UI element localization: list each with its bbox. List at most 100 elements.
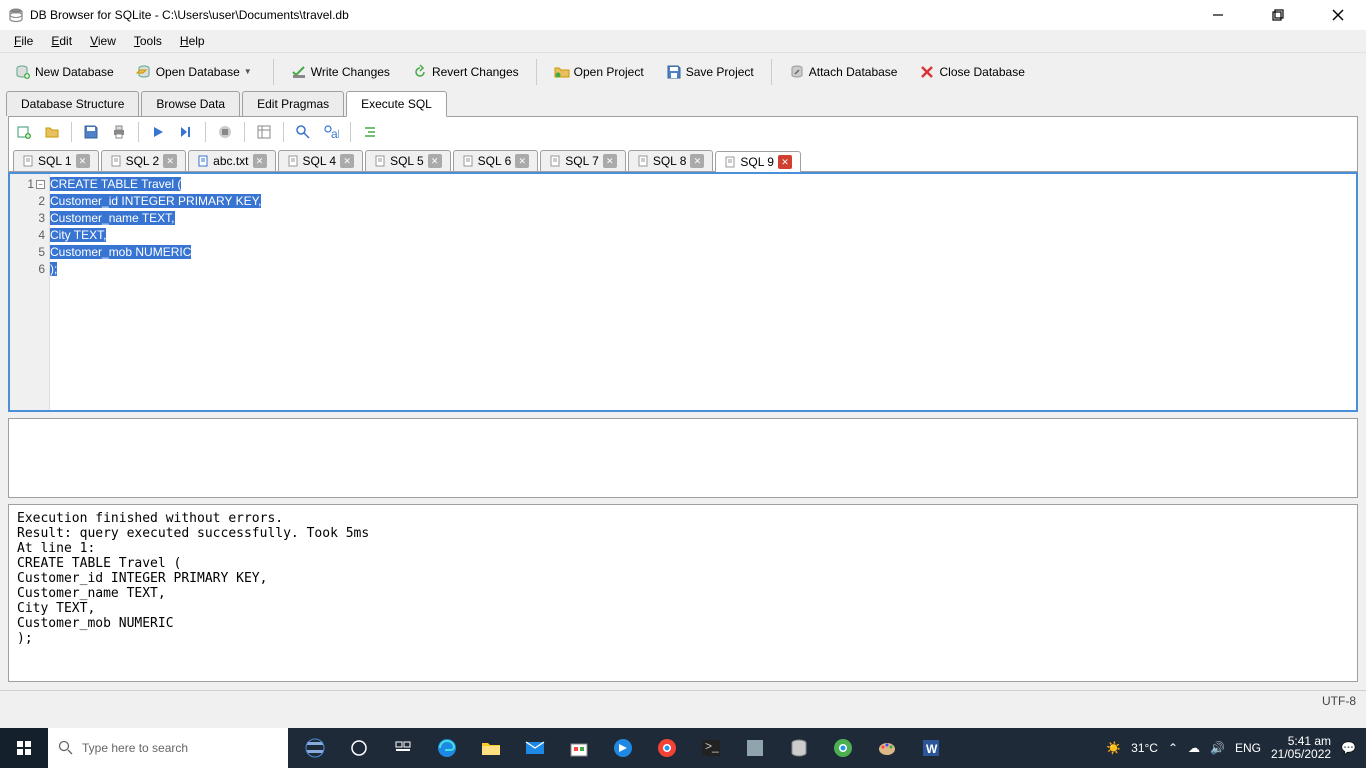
onedrive-icon[interactable]: ☁ — [1188, 741, 1200, 755]
tab-edit-pragmas[interactable]: Edit Pragmas — [242, 91, 344, 116]
editor-line[interactable]: City TEXT, — [50, 227, 1356, 244]
menu-help[interactable]: Help — [172, 32, 213, 50]
close-database-button[interactable]: Close Database — [910, 60, 1033, 84]
chrome-icon[interactable] — [822, 728, 864, 768]
terminal-icon[interactable]: >_ — [690, 728, 732, 768]
close-tab-icon[interactable]: ✕ — [253, 154, 267, 168]
open-file-button[interactable] — [41, 121, 63, 143]
revert-changes-button[interactable]: Revert Changes — [403, 60, 528, 84]
sql-tab[interactable]: SQL 2✕ — [101, 150, 187, 171]
menu-file[interactable]: File — [6, 32, 41, 50]
save-project-button[interactable]: Save Project — [657, 60, 763, 84]
find-replace-button[interactable]: ab — [320, 121, 342, 143]
editor-line[interactable]: CREATE TABLE Travel ( — [50, 176, 1356, 193]
toolbar-separator — [283, 122, 284, 142]
close-tab-icon[interactable]: ✕ — [428, 154, 442, 168]
sql-tab[interactable]: abc.txt✕ — [188, 150, 275, 171]
write-changes-button[interactable]: Write Changes — [282, 60, 399, 84]
save-sql-button[interactable] — [80, 121, 102, 143]
line-number-gutter: 1 −23456 — [10, 174, 50, 410]
execute-line-button[interactable] — [175, 121, 197, 143]
sql-tab[interactable]: SQL 4✕ — [278, 150, 364, 171]
file-icon — [724, 156, 736, 168]
language-label[interactable]: ENG — [1235, 741, 1261, 755]
edge-icon[interactable] — [426, 728, 468, 768]
fold-icon[interactable]: − — [36, 180, 45, 189]
open-database-icon — [136, 64, 152, 80]
sql-tab-label: SQL 8 — [653, 154, 687, 168]
close-tab-icon[interactable]: ✕ — [515, 154, 529, 168]
save-results-button[interactable] — [253, 121, 275, 143]
print-button[interactable] — [108, 121, 130, 143]
sql-tab-label: SQL 7 — [565, 154, 599, 168]
editor-line[interactable]: Customer_mob NUMERIC — [50, 244, 1356, 261]
file-icon — [110, 155, 122, 167]
taskbar-app[interactable] — [734, 728, 776, 768]
paint-icon[interactable] — [866, 728, 908, 768]
close-tab-icon[interactable]: ✕ — [163, 154, 177, 168]
clock[interactable]: 5:41 am 21/05/2022 — [1271, 735, 1331, 761]
temperature-label[interactable]: 31°C — [1131, 741, 1158, 755]
sql-tab[interactable]: SQL 1✕ — [13, 150, 99, 171]
indent-button[interactable] — [359, 121, 381, 143]
close-tab-icon[interactable]: ✕ — [778, 155, 792, 169]
menu-view[interactable]: View — [82, 32, 124, 50]
tab-execute-sql[interactable]: Execute SQL — [346, 91, 447, 117]
chevron-down-icon[interactable]: ▼ — [244, 67, 256, 76]
sql-tab[interactable]: SQL 6✕ — [453, 150, 539, 171]
close-tab-icon[interactable]: ✕ — [76, 154, 90, 168]
toolbar-separator — [536, 59, 537, 85]
stop-button[interactable] — [214, 121, 236, 143]
editor-line[interactable]: ); — [50, 261, 1356, 278]
editor-line[interactable]: Customer_name TEXT, — [50, 210, 1356, 227]
tab-browse-data[interactable]: Browse Data — [141, 91, 240, 116]
menu-tools[interactable]: Tools — [126, 32, 170, 50]
menu-edit[interactable]: Edit — [43, 32, 80, 50]
store-icon[interactable] — [558, 728, 600, 768]
sql-editor[interactable]: 1 −23456 CREATE TABLE Travel (Customer_i… — [8, 172, 1358, 412]
open-database-label: Open Database — [156, 65, 240, 79]
chevron-up-icon[interactable]: ⌃ — [1168, 741, 1178, 755]
task-view-icon[interactable] — [382, 728, 424, 768]
editor-content[interactable]: CREATE TABLE Travel (Customer_id INTEGER… — [50, 174, 1356, 410]
attach-database-button[interactable]: Attach Database — [780, 60, 907, 84]
toolbar-separator — [273, 59, 274, 85]
open-database-button[interactable]: Open Database ▼ — [127, 60, 265, 84]
chrome-icon[interactable] — [646, 728, 688, 768]
start-button[interactable] — [0, 728, 48, 768]
new-tab-button[interactable] — [13, 121, 35, 143]
mail-icon[interactable] — [514, 728, 556, 768]
word-icon[interactable]: W — [910, 728, 952, 768]
tab-database-structure[interactable]: Database Structure — [6, 91, 139, 116]
db-browser-icon[interactable] — [778, 728, 820, 768]
execute-button[interactable] — [147, 121, 169, 143]
maximize-button[interactable] — [1258, 0, 1298, 30]
cortana-icon[interactable] — [338, 728, 380, 768]
minimize-button[interactable] — [1198, 0, 1238, 30]
close-tab-icon[interactable]: ✕ — [340, 154, 354, 168]
results-pane[interactable] — [8, 418, 1358, 498]
sql-tab[interactable]: SQL 5✕ — [365, 150, 451, 171]
close-tab-icon[interactable]: ✕ — [603, 154, 617, 168]
volume-icon[interactable]: 🔊 — [1210, 741, 1225, 755]
sql-tab[interactable]: SQL 9✕ — [715, 151, 801, 172]
taskbar-app[interactable] — [602, 728, 644, 768]
close-tab-icon[interactable]: ✕ — [690, 154, 704, 168]
new-database-button[interactable]: New Database — [6, 60, 123, 84]
sql-tab[interactable]: SQL 7 ✕ — [540, 150, 626, 171]
open-project-button[interactable]: Open Project — [545, 60, 653, 84]
notifications-icon[interactable]: 💬 — [1341, 741, 1356, 755]
line-number: 4 — [14, 227, 45, 244]
sql-toolbar: ab — [8, 116, 1358, 146]
close-button[interactable] — [1318, 0, 1358, 30]
sql-tab[interactable]: SQL 8✕ — [628, 150, 714, 171]
weather-icon[interactable]: ☀️ — [1106, 741, 1121, 755]
taskbar-search[interactable]: Type here to search — [48, 728, 288, 768]
sql-tab-label: SQL 2 — [126, 154, 160, 168]
log-pane[interactable]: Execution finished without errors. Resul… — [8, 504, 1358, 682]
taskbar-app[interactable] — [294, 728, 336, 768]
find-button[interactable] — [292, 121, 314, 143]
editor-line[interactable]: Customer_id INTEGER PRIMARY KEY, — [50, 193, 1356, 210]
write-changes-icon — [291, 64, 307, 80]
explorer-icon[interactable] — [470, 728, 512, 768]
